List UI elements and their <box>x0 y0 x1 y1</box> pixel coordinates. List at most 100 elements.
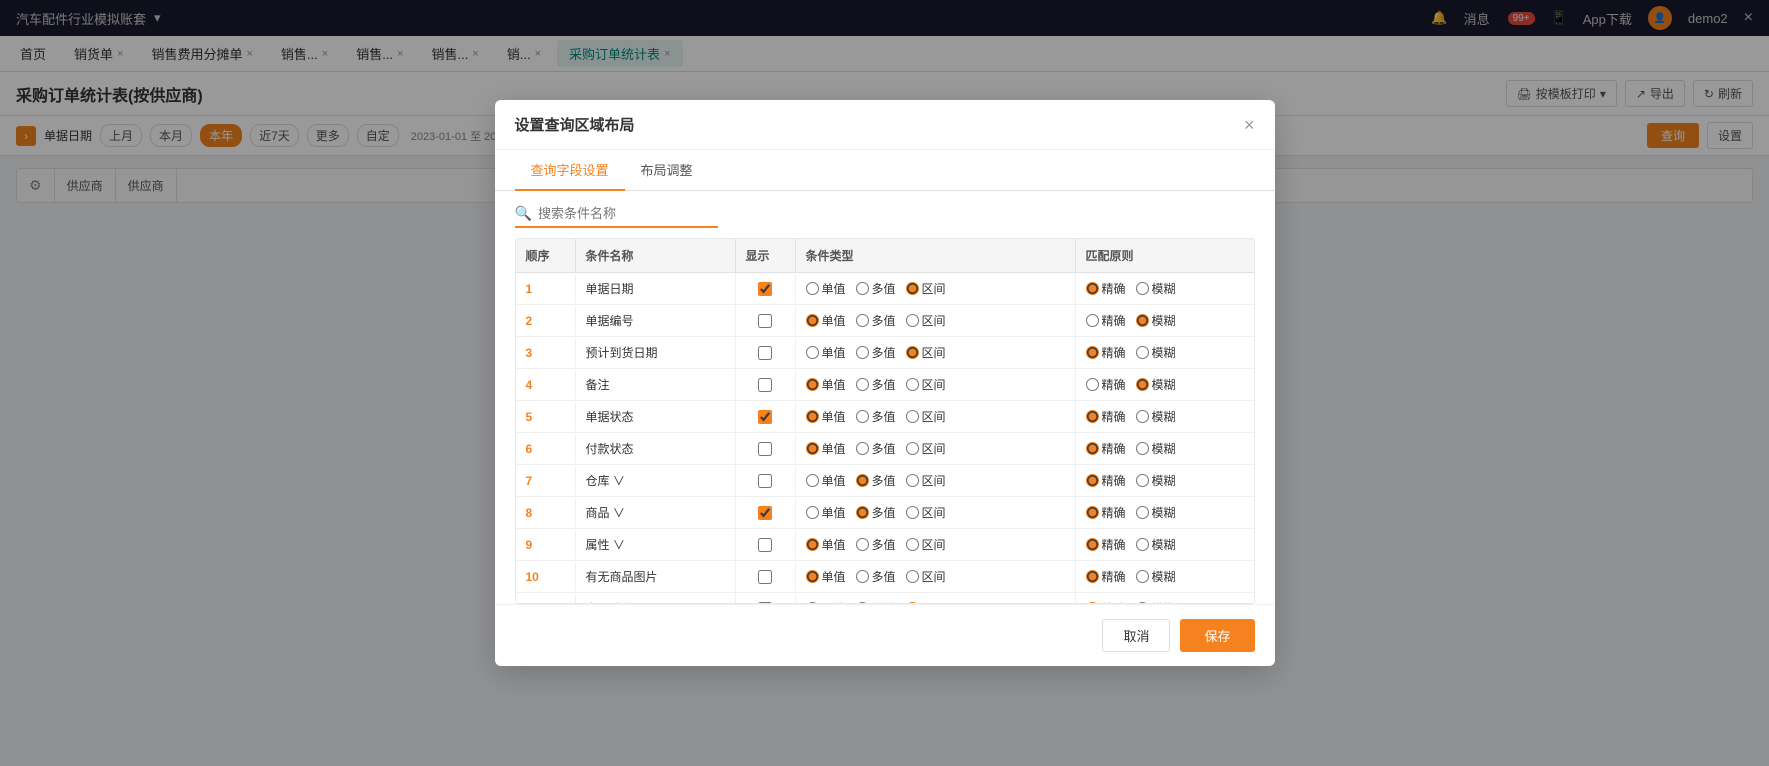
radio-type-多值[interactable]: 多值 <box>856 536 896 553</box>
radio-type-单值-input[interactable] <box>806 378 819 391</box>
radio-type-区间-input[interactable] <box>906 410 919 423</box>
radio-match-精确[interactable]: 精确 <box>1086 280 1126 297</box>
radio-type-单值[interactable]: 单值 <box>806 344 846 361</box>
radio-type-多值-input[interactable] <box>856 570 869 583</box>
radio-type-单值-input[interactable] <box>806 410 819 423</box>
row-display-checkbox[interactable] <box>758 378 772 392</box>
radio-type-单值[interactable]: 单值 <box>806 504 846 521</box>
radio-match-精确-input[interactable] <box>1086 314 1099 327</box>
radio-type-多值[interactable]: 多值 <box>856 280 896 297</box>
radio-type-区间[interactable]: 区间 <box>906 312 946 329</box>
radio-type-单值-input[interactable] <box>806 602 819 603</box>
radio-match-精确[interactable]: 精确 <box>1086 600 1126 603</box>
radio-type-多值[interactable]: 多值 <box>856 376 896 393</box>
radio-match-精确[interactable]: 精确 <box>1086 376 1126 393</box>
radio-type-区间-input[interactable] <box>906 506 919 519</box>
radio-type-区间[interactable]: 区间 <box>906 408 946 425</box>
save-button[interactable]: 保存 <box>1180 619 1254 652</box>
radio-type-区间-input[interactable] <box>906 282 919 295</box>
radio-type-单值-input[interactable] <box>806 282 819 295</box>
radio-match-模糊-input[interactable] <box>1136 314 1149 327</box>
modal-tab-query-fields[interactable]: 查询字段设置 <box>515 150 625 191</box>
radio-type-区间[interactable]: 区间 <box>906 376 946 393</box>
radio-match-精确-input[interactable] <box>1086 282 1099 295</box>
radio-type-单值-input[interactable] <box>806 346 819 359</box>
radio-type-多值-input[interactable] <box>856 378 869 391</box>
radio-type-区间-input[interactable] <box>906 602 919 603</box>
radio-match-精确[interactable]: 精确 <box>1086 472 1126 489</box>
radio-match-精确[interactable]: 精确 <box>1086 568 1126 585</box>
radio-type-多值-input[interactable] <box>856 474 869 487</box>
radio-match-精确-input[interactable] <box>1086 410 1099 423</box>
radio-type-单值[interactable]: 单值 <box>806 440 846 457</box>
radio-match-模糊[interactable]: 模糊 <box>1136 536 1176 553</box>
radio-match-精确[interactable]: 精确 <box>1086 344 1126 361</box>
radio-type-多值-input[interactable] <box>856 602 869 603</box>
radio-match-模糊[interactable]: 模糊 <box>1136 504 1176 521</box>
radio-type-区间[interactable]: 区间 <box>906 600 946 603</box>
radio-type-区间-input[interactable] <box>906 314 919 327</box>
radio-match-模糊[interactable]: 模糊 <box>1136 472 1176 489</box>
modal-close-button[interactable]: × <box>1244 116 1255 134</box>
radio-match-精确[interactable]: 精确 <box>1086 312 1126 329</box>
radio-type-多值-input[interactable] <box>856 538 869 551</box>
row-display-checkbox[interactable] <box>758 410 772 424</box>
radio-type-多值[interactable]: 多值 <box>856 600 896 603</box>
radio-match-模糊[interactable]: 模糊 <box>1136 568 1176 585</box>
radio-type-多值[interactable]: 多值 <box>856 440 896 457</box>
radio-type-多值[interactable]: 多值 <box>856 312 896 329</box>
radio-match-模糊-input[interactable] <box>1136 538 1149 551</box>
radio-match-模糊-input[interactable] <box>1136 602 1149 603</box>
radio-type-单值[interactable]: 单值 <box>806 568 846 585</box>
search-input[interactable] <box>538 206 718 221</box>
row-display-checkbox[interactable] <box>758 282 772 296</box>
radio-match-精确[interactable]: 精确 <box>1086 408 1126 425</box>
radio-type-区间[interactable]: 区间 <box>906 568 946 585</box>
radio-type-多值-input[interactable] <box>856 506 869 519</box>
radio-match-模糊-input[interactable] <box>1136 442 1149 455</box>
radio-type-单值-input[interactable] <box>806 442 819 455</box>
radio-type-单值[interactable]: 单值 <box>806 536 846 553</box>
radio-type-多值-input[interactable] <box>856 314 869 327</box>
radio-match-模糊-input[interactable] <box>1136 410 1149 423</box>
modal-tab-layout[interactable]: 布局调整 <box>625 150 709 191</box>
radio-type-多值-input[interactable] <box>856 346 869 359</box>
radio-type-区间-input[interactable] <box>906 570 919 583</box>
radio-type-多值-input[interactable] <box>856 442 869 455</box>
radio-type-单值[interactable]: 单值 <box>806 408 846 425</box>
row-display-checkbox[interactable] <box>758 346 772 360</box>
radio-type-多值[interactable]: 多值 <box>856 568 896 585</box>
radio-type-区间[interactable]: 区间 <box>906 280 946 297</box>
radio-match-模糊-input[interactable] <box>1136 378 1149 391</box>
radio-match-模糊[interactable]: 模糊 <box>1136 376 1176 393</box>
radio-type-区间[interactable]: 区间 <box>906 440 946 457</box>
radio-type-多值[interactable]: 多值 <box>856 504 896 521</box>
radio-type-单值-input[interactable] <box>806 506 819 519</box>
radio-type-单值-input[interactable] <box>806 570 819 583</box>
radio-type-单值-input[interactable] <box>806 314 819 327</box>
radio-type-区间-input[interactable] <box>906 378 919 391</box>
radio-type-多值[interactable]: 多值 <box>856 472 896 489</box>
radio-type-多值[interactable]: 多值 <box>856 344 896 361</box>
radio-match-模糊-input[interactable] <box>1136 346 1149 359</box>
radio-match-模糊[interactable]: 模糊 <box>1136 344 1176 361</box>
radio-type-区间[interactable]: 区间 <box>906 344 946 361</box>
radio-match-模糊[interactable]: 模糊 <box>1136 408 1176 425</box>
radio-match-精确-input[interactable] <box>1086 506 1099 519</box>
radio-type-区间-input[interactable] <box>906 346 919 359</box>
row-display-checkbox[interactable] <box>758 506 772 520</box>
radio-match-精确-input[interactable] <box>1086 378 1099 391</box>
radio-match-模糊-input[interactable] <box>1136 570 1149 583</box>
row-display-checkbox[interactable] <box>758 602 772 604</box>
radio-type-多值[interactable]: 多值 <box>856 408 896 425</box>
radio-type-区间[interactable]: 区间 <box>906 536 946 553</box>
radio-match-模糊[interactable]: 模糊 <box>1136 312 1176 329</box>
radio-type-区间-input[interactable] <box>906 474 919 487</box>
radio-type-区间[interactable]: 区间 <box>906 472 946 489</box>
radio-match-模糊[interactable]: 模糊 <box>1136 600 1176 603</box>
radio-type-多值-input[interactable] <box>856 410 869 423</box>
radio-match-精确[interactable]: 精确 <box>1086 536 1126 553</box>
row-display-checkbox[interactable] <box>758 474 772 488</box>
radio-type-单值[interactable]: 单值 <box>806 376 846 393</box>
radio-match-精确-input[interactable] <box>1086 474 1099 487</box>
